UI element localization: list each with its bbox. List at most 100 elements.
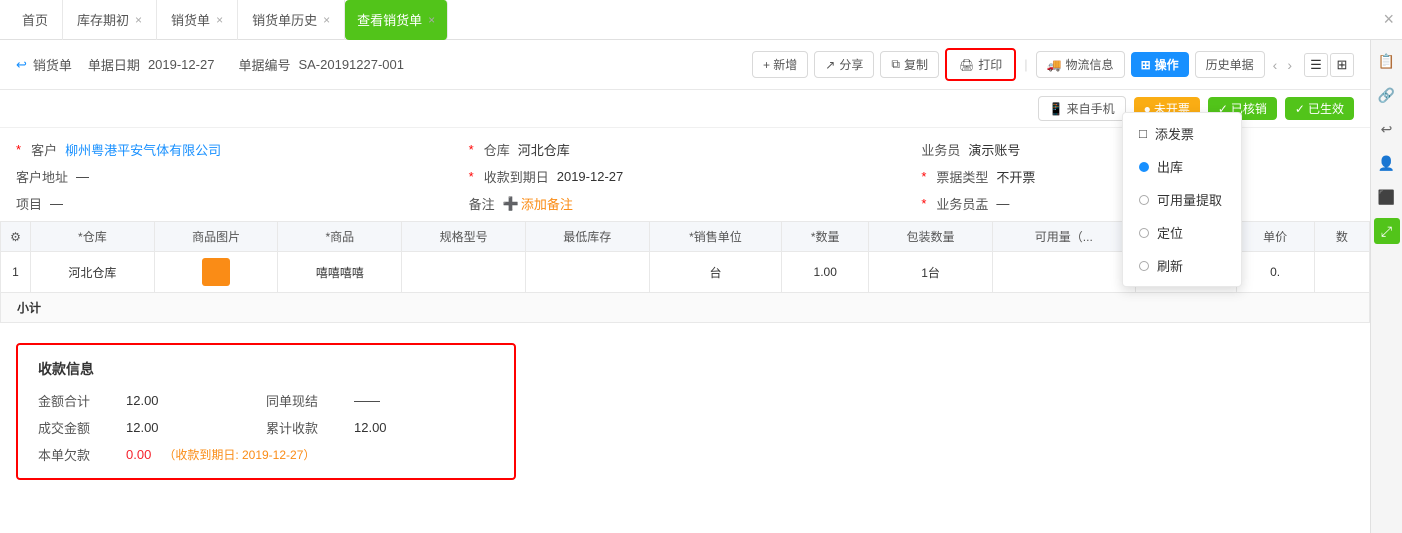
- row-unit: 台: [649, 252, 782, 293]
- required-star: *: [921, 169, 926, 184]
- sep1: |: [1024, 57, 1027, 72]
- locate-dot: [1139, 228, 1149, 238]
- subtotal-label: 小计: [1, 293, 1370, 323]
- truck-icon: 🚚: [1047, 58, 1062, 72]
- col-product: *商品: [278, 222, 402, 252]
- row-amount: [1314, 252, 1369, 293]
- history-label: 历史单据: [1206, 56, 1254, 73]
- tab-sales-history-label: 销货单历史: [252, 10, 317, 29]
- required-star: *: [16, 142, 21, 157]
- dropdown-item-avail[interactable]: 可用量提取: [1123, 183, 1241, 216]
- owed-note: （收款到期日: 2019-12-27）: [163, 446, 315, 463]
- payment-date-value: 2019-12-27: [557, 169, 624, 184]
- ticket-value: 不开票: [996, 167, 1035, 186]
- new-button[interactable]: + 新增: [752, 51, 808, 78]
- add-note-button[interactable]: ➕ 添加备注: [503, 194, 573, 213]
- owed-value: 0.00: [126, 447, 151, 462]
- row-warehouse: 河北仓库: [31, 252, 155, 293]
- doc-type-icon: ↩: [16, 57, 27, 73]
- print-button[interactable]: 🖨 打印: [949, 52, 1012, 77]
- tab-home-label: 首页: [22, 10, 48, 29]
- logistics-button[interactable]: 🚚 物流信息: [1036, 51, 1125, 78]
- operate-label: 操作: [1155, 56, 1179, 73]
- copy-button[interactable]: ⧉ 复制: [880, 51, 939, 78]
- tab-inventory[interactable]: 库存期初 ×: [63, 0, 157, 40]
- sales-label: 业务员盂: [936, 194, 988, 213]
- effective-button[interactable]: ✓ 已生效: [1285, 97, 1354, 120]
- tab-view-sales[interactable]: 查看销货单 ×: [345, 0, 448, 40]
- outbound-label: 出库: [1157, 157, 1183, 176]
- cumulative-value: 12.00: [354, 420, 387, 435]
- close-icon[interactable]: ×: [323, 13, 330, 27]
- same-order-value: ——: [354, 393, 380, 408]
- sidebar-icon-block[interactable]: ⬛: [1374, 184, 1400, 210]
- print-highlight-box: 🖨 打印: [945, 48, 1016, 81]
- refresh-dot: [1139, 261, 1149, 271]
- tab-sales[interactable]: 销货单 ×: [157, 0, 238, 40]
- close-icon[interactable]: ×: [216, 13, 223, 27]
- close-icon[interactable]: ×: [428, 13, 435, 27]
- sidebar-icon-link[interactable]: 🔗: [1374, 82, 1400, 108]
- col-img: 商品图片: [154, 222, 278, 252]
- doc-type-label: 销货单: [33, 55, 72, 74]
- date-value: 2019-12-27: [148, 57, 215, 72]
- list-view-icon[interactable]: ☰: [1304, 53, 1328, 77]
- col-avail: 可用量（...: [992, 222, 1135, 252]
- sidebar-icon-user[interactable]: 👤: [1374, 150, 1400, 176]
- tab-home[interactable]: 首页: [8, 0, 63, 40]
- sidebar-icon-expand[interactable]: ⤢: [1374, 218, 1400, 244]
- doc-title: ↩ 销货单: [16, 55, 72, 74]
- row-qty: 1.00: [782, 252, 869, 293]
- copy-icon: ⧉: [891, 57, 900, 72]
- address-value: —: [76, 169, 89, 184]
- tab-sales-history[interactable]: 销货单历史 ×: [238, 0, 345, 40]
- operate-button[interactable]: ⊞ 操作: [1131, 52, 1189, 77]
- share-icon: ↗: [825, 58, 835, 72]
- dropdown-item-refresh[interactable]: 刷新: [1123, 249, 1241, 282]
- total-value: 12.00: [126, 393, 159, 408]
- payment-grid: 金额合计 12.00 同单现结 —— 成交金额 12.00 累计收款 12.00…: [38, 391, 494, 464]
- locate-label: 定位: [1157, 223, 1183, 242]
- note-field: 备注 ➕ 添加备注: [469, 194, 902, 213]
- col-pkg: 包装数量: [869, 222, 993, 252]
- row-product: 嘻嘻嘻嘻: [278, 252, 402, 293]
- history-button[interactable]: 历史单据: [1195, 51, 1265, 78]
- sidebar-icon-return[interactable]: ↩: [1374, 116, 1400, 142]
- payment-title: 收款信息: [38, 359, 494, 379]
- avail-label: 可用量提取: [1157, 190, 1222, 209]
- deal-row: 成交金额 12.00: [38, 418, 266, 437]
- main-content: ↩ 销货单 单据日期 2019-12-27 单据编号 SA-20191227-0…: [0, 40, 1402, 533]
- col-unit: *销售单位: [649, 222, 782, 252]
- nav-prev[interactable]: ‹: [1271, 57, 1280, 73]
- total-row: 金额合计 12.00: [38, 391, 266, 410]
- nav-next[interactable]: ›: [1285, 57, 1294, 73]
- col-min-stock: 最低库存: [525, 222, 649, 252]
- invoice-label: 添发票: [1155, 124, 1194, 143]
- customer-value: 柳州粤港平安气体有限公司: [65, 140, 221, 159]
- dropdown-item-outbound[interactable]: 出库: [1123, 150, 1241, 183]
- share-label: 分享: [839, 56, 863, 73]
- from-phone-button[interactable]: 📱 来自手机: [1038, 96, 1126, 121]
- grid-view-icon[interactable]: ⊞: [1330, 53, 1354, 77]
- share-button[interactable]: ↗ 分享: [814, 51, 874, 78]
- dropdown-menu: □ 添发票 出库 可用量提取 定位 刷新: [1122, 112, 1242, 287]
- print-icon: 🖨: [959, 58, 974, 72]
- tab-sales-label: 销货单: [171, 10, 210, 29]
- row-avail: [992, 252, 1135, 293]
- deal-label: 成交金额: [38, 418, 118, 437]
- customer-label: 客户: [31, 140, 57, 159]
- dropdown-item-invoice[interactable]: □ 添发票: [1123, 117, 1241, 150]
- doc-meta: 单据日期 2019-12-27 单据编号 SA-20191227-001: [88, 55, 404, 74]
- col-gear[interactable]: ⚙: [1, 222, 31, 252]
- effective-label: 已生效: [1308, 100, 1344, 117]
- staff-value: 演示账号: [968, 140, 1020, 159]
- col-amount: 数: [1314, 222, 1369, 252]
- avail-dot: [1139, 195, 1149, 205]
- dropdown-item-locate[interactable]: 定位: [1123, 216, 1241, 249]
- effective-icon: ✓: [1295, 102, 1305, 116]
- tabs-right-close[interactable]: ×: [1383, 9, 1394, 30]
- close-icon[interactable]: ×: [135, 13, 142, 27]
- sidebar-icon-clipboard[interactable]: 📋: [1374, 48, 1400, 74]
- same-order-row: 同单现结 ——: [266, 391, 494, 410]
- tab-inventory-label: 库存期初: [77, 10, 129, 29]
